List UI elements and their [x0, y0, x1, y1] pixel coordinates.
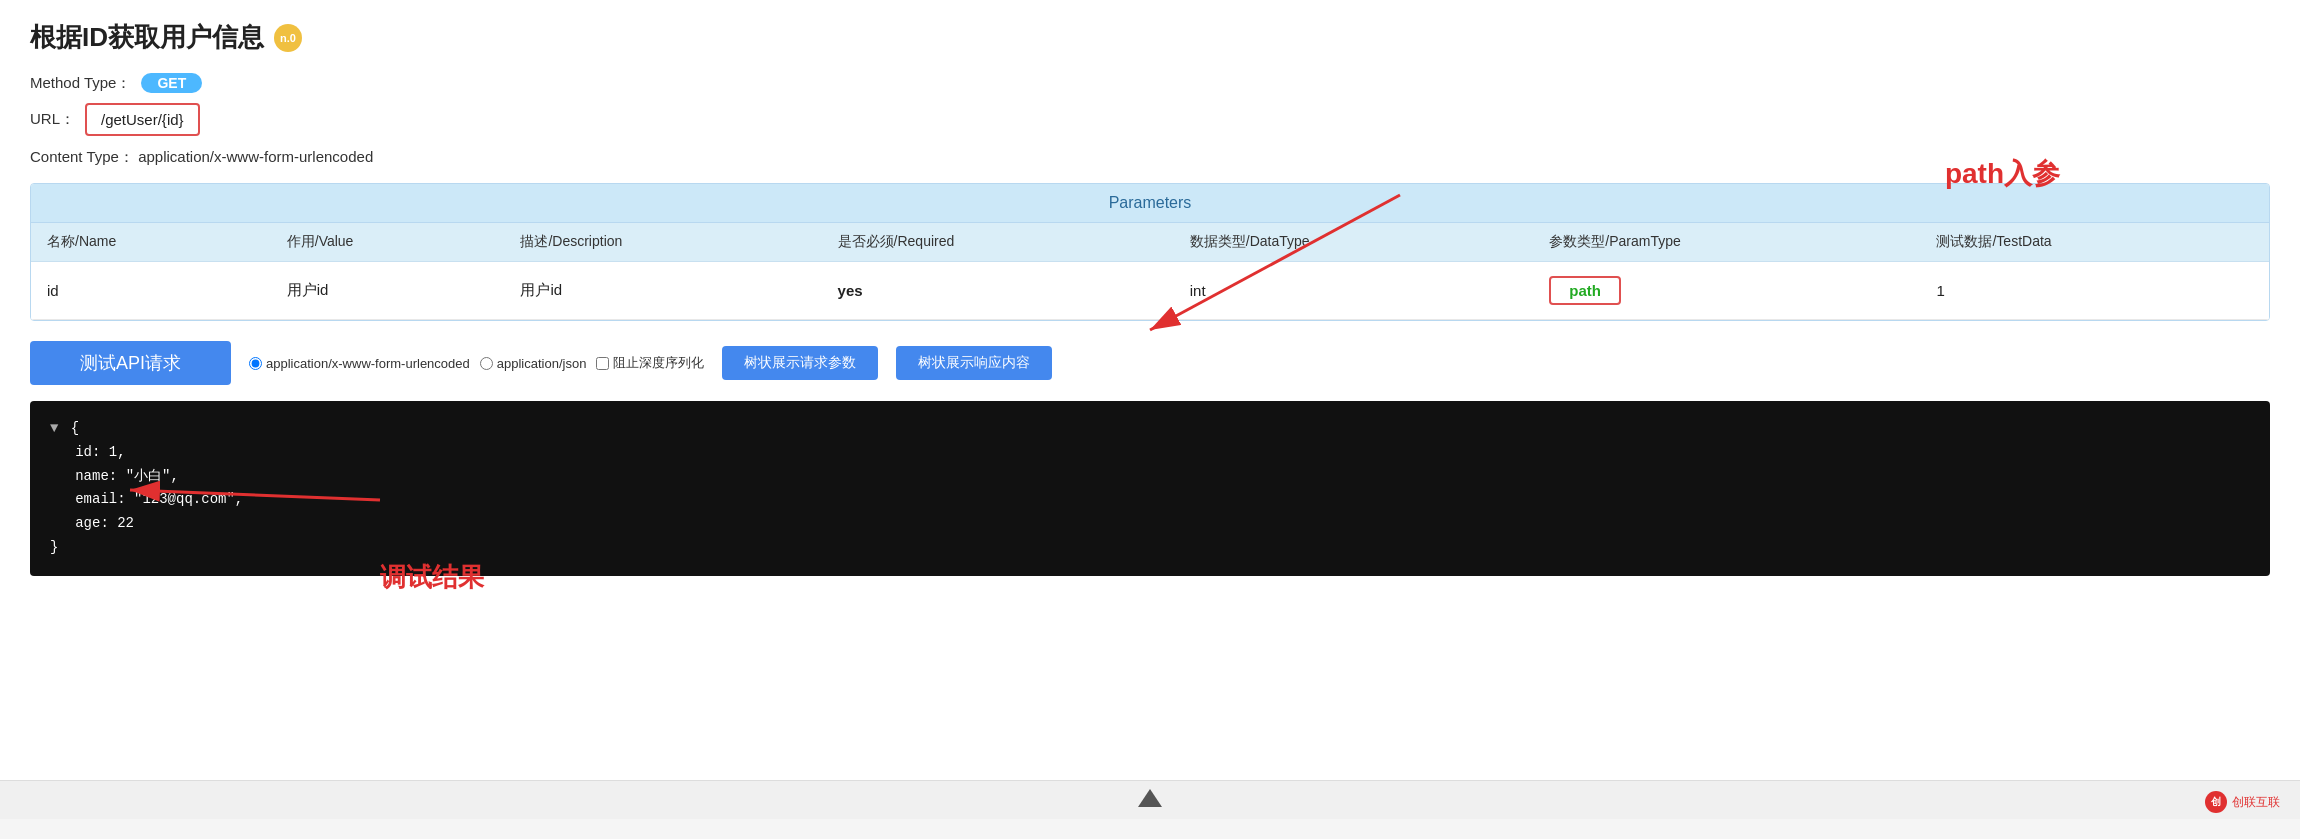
url-row: URL： /getUser/{id} — [30, 103, 2270, 136]
cell-3: yes — [822, 262, 1174, 320]
radio-json-label[interactable]: application/json — [480, 356, 587, 371]
cell-6: 1 — [1920, 262, 2269, 320]
json-brace-close: } — [50, 539, 58, 555]
logo-text: 创联互联 — [2232, 794, 2280, 811]
cell-1: 用户id — [271, 262, 505, 320]
json-line-id: id: 1, — [50, 444, 126, 460]
parameters-section: Parameters 名称/Name 作用/Value 描述/Descripti… — [30, 183, 2270, 321]
content-type-value: application/x-www-form-urlencoded — [138, 148, 373, 165]
col-datatype: 数据类型/DataType — [1174, 223, 1534, 262]
version-badge: n.0 — [274, 24, 302, 52]
page-container: 根据ID获取用户信息 n.0 Method Type： GET URL： /ge… — [0, 0, 2300, 780]
radio-urlencoded-label[interactable]: application/x-www-form-urlencoded — [249, 356, 470, 371]
btn-tree-request[interactable]: 树状展示请求参数 — [722, 346, 878, 380]
page-title: 根据ID获取用户信息 — [30, 20, 264, 55]
radio-urlencoded[interactable] — [249, 357, 262, 370]
radio-urlencoded-text: application/x-www-form-urlencoded — [266, 356, 470, 371]
checkbox-serialize[interactable] — [596, 357, 609, 370]
triangle-up-icon — [1138, 789, 1162, 807]
content-type-label: Content Type： — [30, 148, 134, 165]
json-line-email: email: "123@qq.com", — [50, 491, 243, 507]
cell-0: id — [31, 262, 271, 320]
col-required: 是否必须/Required — [822, 223, 1174, 262]
json-line-name: name: "小白", — [50, 468, 179, 484]
btn-tree-response[interactable]: 树状展示响应内容 — [896, 346, 1052, 380]
paramtype-cell: path — [1533, 262, 1920, 320]
url-box: /getUser/{id} — [85, 103, 200, 136]
cell-2: 用户id — [504, 262, 821, 320]
url-label: URL： — [30, 110, 75, 129]
action-row: 测试API请求 application/x-www-form-urlencode… — [30, 341, 2270, 385]
checkbox-serialize-label[interactable]: 阻止深度序列化 — [596, 354, 704, 372]
method-type-row: Method Type： GET — [30, 73, 2270, 93]
collapse-icon: ▼ — [50, 420, 58, 436]
parameters-table: 名称/Name 作用/Value 描述/Description 是否必须/Req… — [31, 223, 2269, 320]
col-testdata: 测试数据/TestData — [1920, 223, 2269, 262]
table-row: id用户id用户idyesintpath1 — [31, 262, 2269, 320]
paramtype-value: path — [1549, 276, 1621, 305]
radio-options: application/x-www-form-urlencoded applic… — [249, 354, 704, 372]
col-paramtype: 参数类型/ParamType — [1533, 223, 1920, 262]
title-row: 根据ID获取用户信息 n.0 — [30, 20, 2270, 55]
logo-icon: 创 — [2205, 791, 2227, 813]
method-label: Method Type： — [30, 74, 131, 93]
json-line-age: age: 22 — [50, 515, 134, 531]
bottom-bar: 创 创联互联 — [0, 780, 2300, 819]
checkbox-serialize-text: 阻止深度序列化 — [613, 354, 704, 372]
cell-4: int — [1174, 262, 1534, 320]
path-annotation: path入参 — [1945, 155, 2060, 193]
col-value: 作用/Value — [271, 223, 505, 262]
content-type-row: Content Type： application/x-www-form-url… — [30, 148, 2270, 167]
parameters-header: Parameters — [31, 184, 2269, 223]
json-brace-open: { — [71, 420, 79, 436]
radio-json[interactable] — [480, 357, 493, 370]
col-description: 描述/Description — [504, 223, 821, 262]
col-name: 名称/Name — [31, 223, 271, 262]
method-badge: GET — [141, 73, 202, 93]
table-header-row: 名称/Name 作用/Value 描述/Description 是否必须/Req… — [31, 223, 2269, 262]
radio-json-text: application/json — [497, 356, 587, 371]
test-api-button[interactable]: 测试API请求 — [30, 341, 231, 385]
json-output: ▼ { id: 1, name: "小白", email: "123@qq.co… — [30, 401, 2270, 576]
debug-annotation: 调试结果 — [380, 560, 484, 595]
bottom-logo: 创 创联互联 — [2205, 791, 2280, 813]
